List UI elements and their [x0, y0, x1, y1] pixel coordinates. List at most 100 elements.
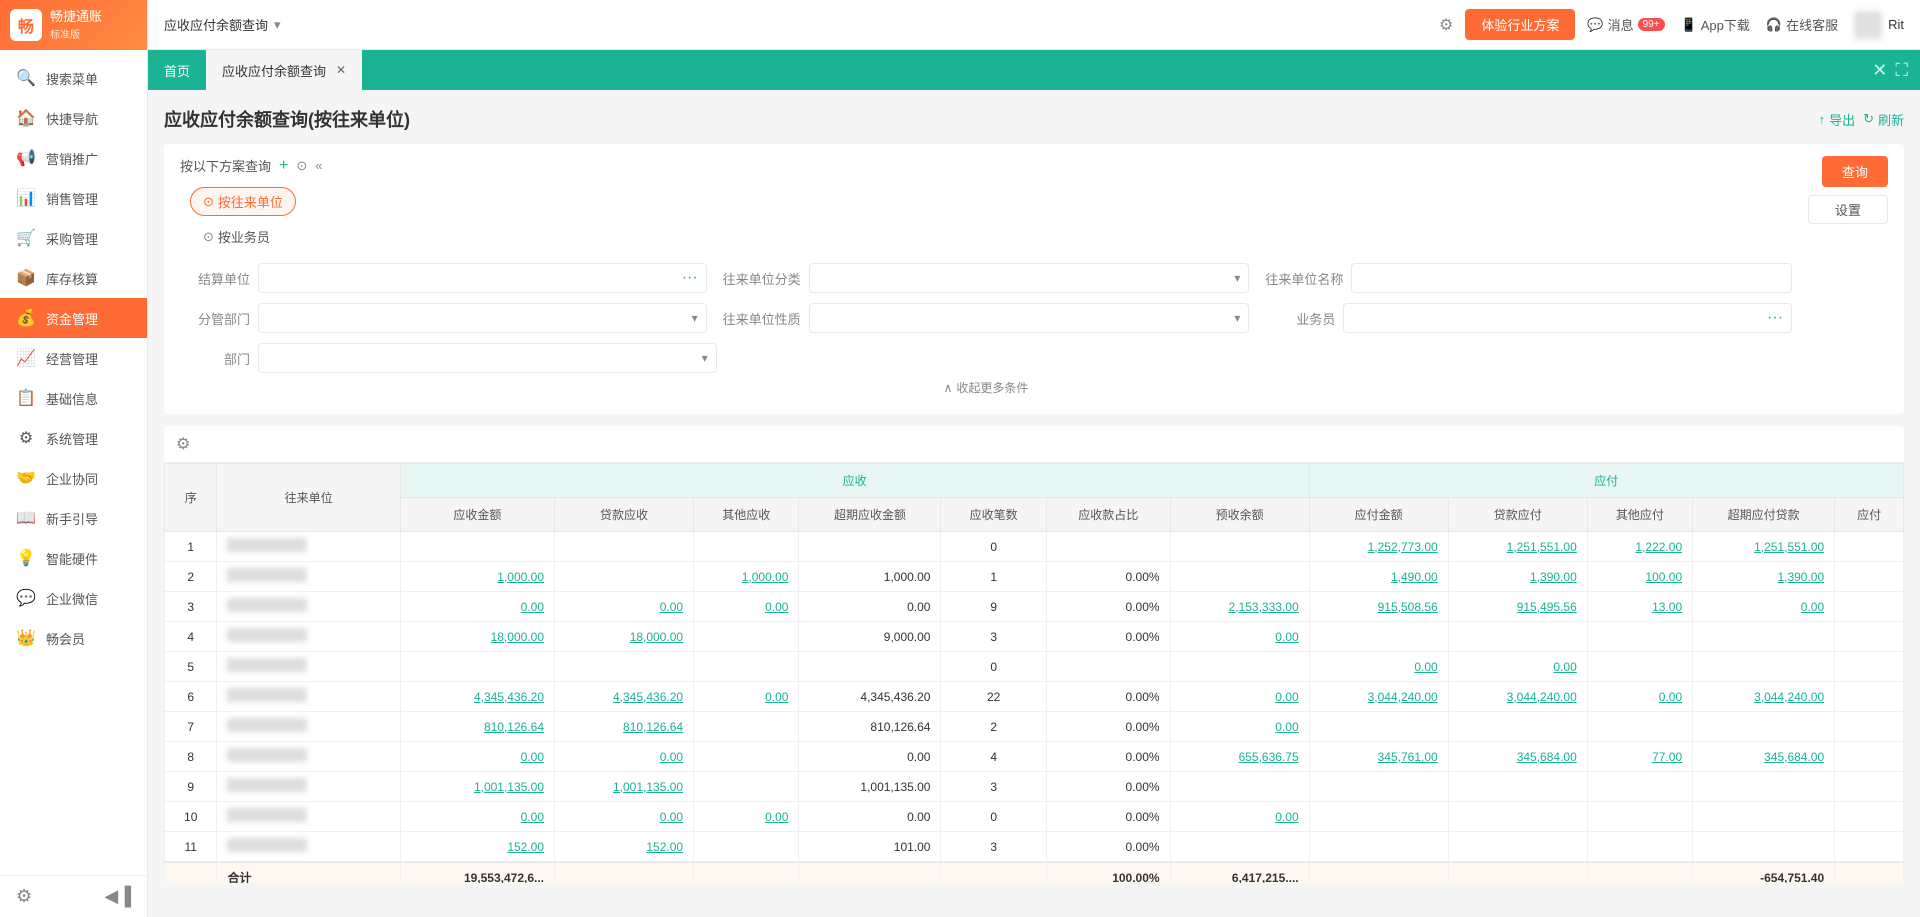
export-button[interactable]: ↑ 导出 — [1819, 110, 1856, 129]
sidebar-item-7[interactable]: 📈 经营管理 — [0, 338, 147, 378]
ap-amount-5[interactable]: 3,044,240.00 — [1309, 682, 1448, 712]
ap-overdue-1[interactable]: 1,390.00 — [1693, 562, 1835, 592]
unit-category-select[interactable]: ▾ — [809, 263, 1250, 293]
ap-loan-4[interactable]: 0.00 — [1448, 652, 1587, 682]
refresh-button[interactable]: ↻ 刷新 — [1863, 110, 1904, 129]
ar-loan-3[interactable]: 18,000.00 — [555, 622, 694, 652]
filter-settings-icon[interactable]: ⊙ — [296, 158, 307, 174]
col-ar-loan: 贷款应收 — [555, 498, 694, 532]
ar-amount-1[interactable]: 1,000.00 — [400, 562, 554, 592]
ar-loan-8[interactable]: 1,001,135.00 — [555, 772, 694, 802]
salesman-input[interactable]: ··· — [1343, 303, 1792, 333]
tab-receivable[interactable]: 应收应付余额查询 ✕ — [206, 50, 362, 90]
ap-loan-2[interactable]: 915,495.56 — [1448, 592, 1587, 622]
user-info[interactable]: Rit — [1854, 11, 1904, 39]
table-gear-icon[interactable]: ⚙ — [176, 434, 190, 454]
ap-other-7[interactable]: 77.00 — [1587, 742, 1692, 772]
sidebar-item-1[interactable]: 🏠 快捷导航 — [0, 98, 147, 138]
query-button[interactable]: 查询 — [1822, 156, 1888, 187]
filter-plan-by-salesman[interactable]: ⊙ 按业务员 — [190, 222, 296, 251]
ar-prepaid-7[interactable]: 655,636.75 — [1170, 742, 1309, 772]
ar-prepaid-5[interactable]: 0.00 — [1170, 682, 1309, 712]
ap-amount-2[interactable]: 915,508.56 — [1309, 592, 1448, 622]
sidebar-item-2[interactable]: 📢 营销推广 — [0, 138, 147, 178]
ar-prepaid-6[interactable]: 0.00 — [1170, 712, 1309, 742]
ar-loan-10[interactable]: 152.00 — [555, 832, 694, 863]
ar-amount-7[interactable]: 0.00 — [400, 742, 554, 772]
ap-loan-0[interactable]: 1,251,551.00 — [1448, 532, 1587, 562]
sidebar-item-3[interactable]: 📊 销售管理 — [0, 178, 147, 218]
ap-overdue-7[interactable]: 345,684.00 — [1693, 742, 1835, 772]
ar-amount-10[interactable]: 152.00 — [400, 832, 554, 863]
filter-add-icon[interactable]: + — [279, 157, 288, 175]
messages-btn[interactable]: 💬 消息 99+ — [1587, 15, 1664, 34]
sidebar-item-9[interactable]: ⚙ 系统管理 — [0, 418, 147, 458]
ar-prepaid-9[interactable]: 0.00 — [1170, 802, 1309, 832]
dept-select[interactable]: ▾ — [258, 303, 707, 333]
ap-overdue-0[interactable]: 1,251,551.00 — [1693, 532, 1835, 562]
ar-other-9[interactable]: 0.00 — [694, 802, 799, 832]
window-maximize-icon[interactable]: ⛶ — [1895, 60, 1908, 81]
ar-prepaid-3[interactable]: 0.00 — [1170, 622, 1309, 652]
ar-amount-2[interactable]: 0.00 — [400, 592, 554, 622]
settlement-dots-icon[interactable]: ··· — [682, 269, 698, 287]
sidebar-item-10[interactable]: 🤝 企业协同 — [0, 458, 147, 498]
online-service-btn[interactable]: 🎧 在线客服 — [1766, 15, 1838, 34]
ar-amount-8[interactable]: 1,001,135.00 — [400, 772, 554, 802]
ar-loan-2[interactable]: 0.00 — [555, 592, 694, 622]
sidebar-item-0[interactable]: 🔍 搜索菜单 — [0, 58, 147, 98]
ap-other-2[interactable]: 13.00 — [1587, 592, 1692, 622]
ap-overdue-5[interactable]: 3,044,240.00 — [1693, 682, 1835, 712]
tab-close-icon[interactable]: ✕ — [336, 63, 346, 77]
sidebar-item-4[interactable]: 🛒 采购管理 — [0, 218, 147, 258]
ap-amount-7[interactable]: 345,761.00 — [1309, 742, 1448, 772]
department-select[interactable]: ▾ — [258, 343, 717, 373]
sidebar-item-5[interactable]: 📦 库存核算 — [0, 258, 147, 298]
window-close-icon[interactable]: ✕ — [1872, 60, 1887, 81]
app-download-btn[interactable]: 📱 App下载 — [1681, 15, 1750, 34]
ar-amount-9[interactable]: 0.00 — [400, 802, 554, 832]
sidebar-collapse-icon[interactable]: ◀▐ — [104, 886, 131, 907]
header-settings-icon[interactable]: ⚙ — [1439, 15, 1453, 35]
ar-loan-7[interactable]: 0.00 — [555, 742, 694, 772]
ap-amount-0[interactable]: 1,252,773.00 — [1309, 532, 1448, 562]
ap-loan-7[interactable]: 345,684.00 — [1448, 742, 1587, 772]
ar-amount-5[interactable]: 4,345,436.20 — [400, 682, 554, 712]
filter-collapse-left-icon[interactable]: « — [315, 158, 322, 173]
sidebar-item-11[interactable]: 📖 新手引导 — [0, 498, 147, 538]
sidebar-item-8[interactable]: 📋 基础信息 — [0, 378, 147, 418]
ar-loan-9[interactable]: 0.00 — [555, 802, 694, 832]
unit-nature-select[interactable]: ▾ — [809, 303, 1250, 333]
ar-prepaid-2[interactable]: 2,153,333.00 — [1170, 592, 1309, 622]
unit-name-input[interactable] — [1351, 263, 1792, 293]
ar-loan-6[interactable]: 810,126.64 — [555, 712, 694, 742]
settlement-input[interactable]: ··· — [258, 263, 707, 293]
salesman-dots-icon[interactable]: ··· — [1767, 309, 1783, 327]
ap-loan-1[interactable]: 1,390.00 — [1448, 562, 1587, 592]
filter-collapse-btn[interactable]: ∧ 收起更多条件 — [180, 373, 1792, 402]
ap-amount-4[interactable]: 0.00 — [1309, 652, 1448, 682]
sidebar-settings-icon[interactable]: ⚙ — [16, 886, 32, 907]
ap-other-5[interactable]: 0.00 — [1587, 682, 1692, 712]
breadcrumb-dropdown-icon[interactable]: ▾ — [274, 17, 281, 33]
solution-button[interactable]: 体验行业方案 — [1465, 9, 1575, 40]
sidebar-item-12[interactable]: 💡 智能硬件 — [0, 538, 147, 578]
ap-other-1[interactable]: 100.00 — [1587, 562, 1692, 592]
filter-plan-by-unit[interactable]: ⊙ 按往来单位 — [190, 187, 296, 216]
ap-other-0[interactable]: 1,222.00 — [1587, 532, 1692, 562]
sidebar-item-13[interactable]: 💬 企业微信 — [0, 578, 147, 618]
sidebar-item-6[interactable]: 💰 资金管理 — [0, 298, 147, 338]
filter-title: 按以下方案查询 — [180, 156, 271, 175]
ar-amount-6[interactable]: 810,126.64 — [400, 712, 554, 742]
ar-other-1[interactable]: 1,000.00 — [694, 562, 799, 592]
ar-other-5[interactable]: 0.00 — [694, 682, 799, 712]
tab-home[interactable]: 首页 — [148, 50, 206, 90]
ar-other-2[interactable]: 0.00 — [694, 592, 799, 622]
ar-loan-5[interactable]: 4,345,436.20 — [555, 682, 694, 712]
ap-loan-5[interactable]: 3,044,240.00 — [1448, 682, 1587, 712]
ar-amount-3[interactable]: 18,000.00 — [400, 622, 554, 652]
settings-button[interactable]: 设置 — [1808, 195, 1888, 224]
ap-overdue-2[interactable]: 0.00 — [1693, 592, 1835, 622]
sidebar-item-14[interactable]: 👑 畅会员 — [0, 618, 147, 658]
ap-amount-1[interactable]: 1,490.00 — [1309, 562, 1448, 592]
